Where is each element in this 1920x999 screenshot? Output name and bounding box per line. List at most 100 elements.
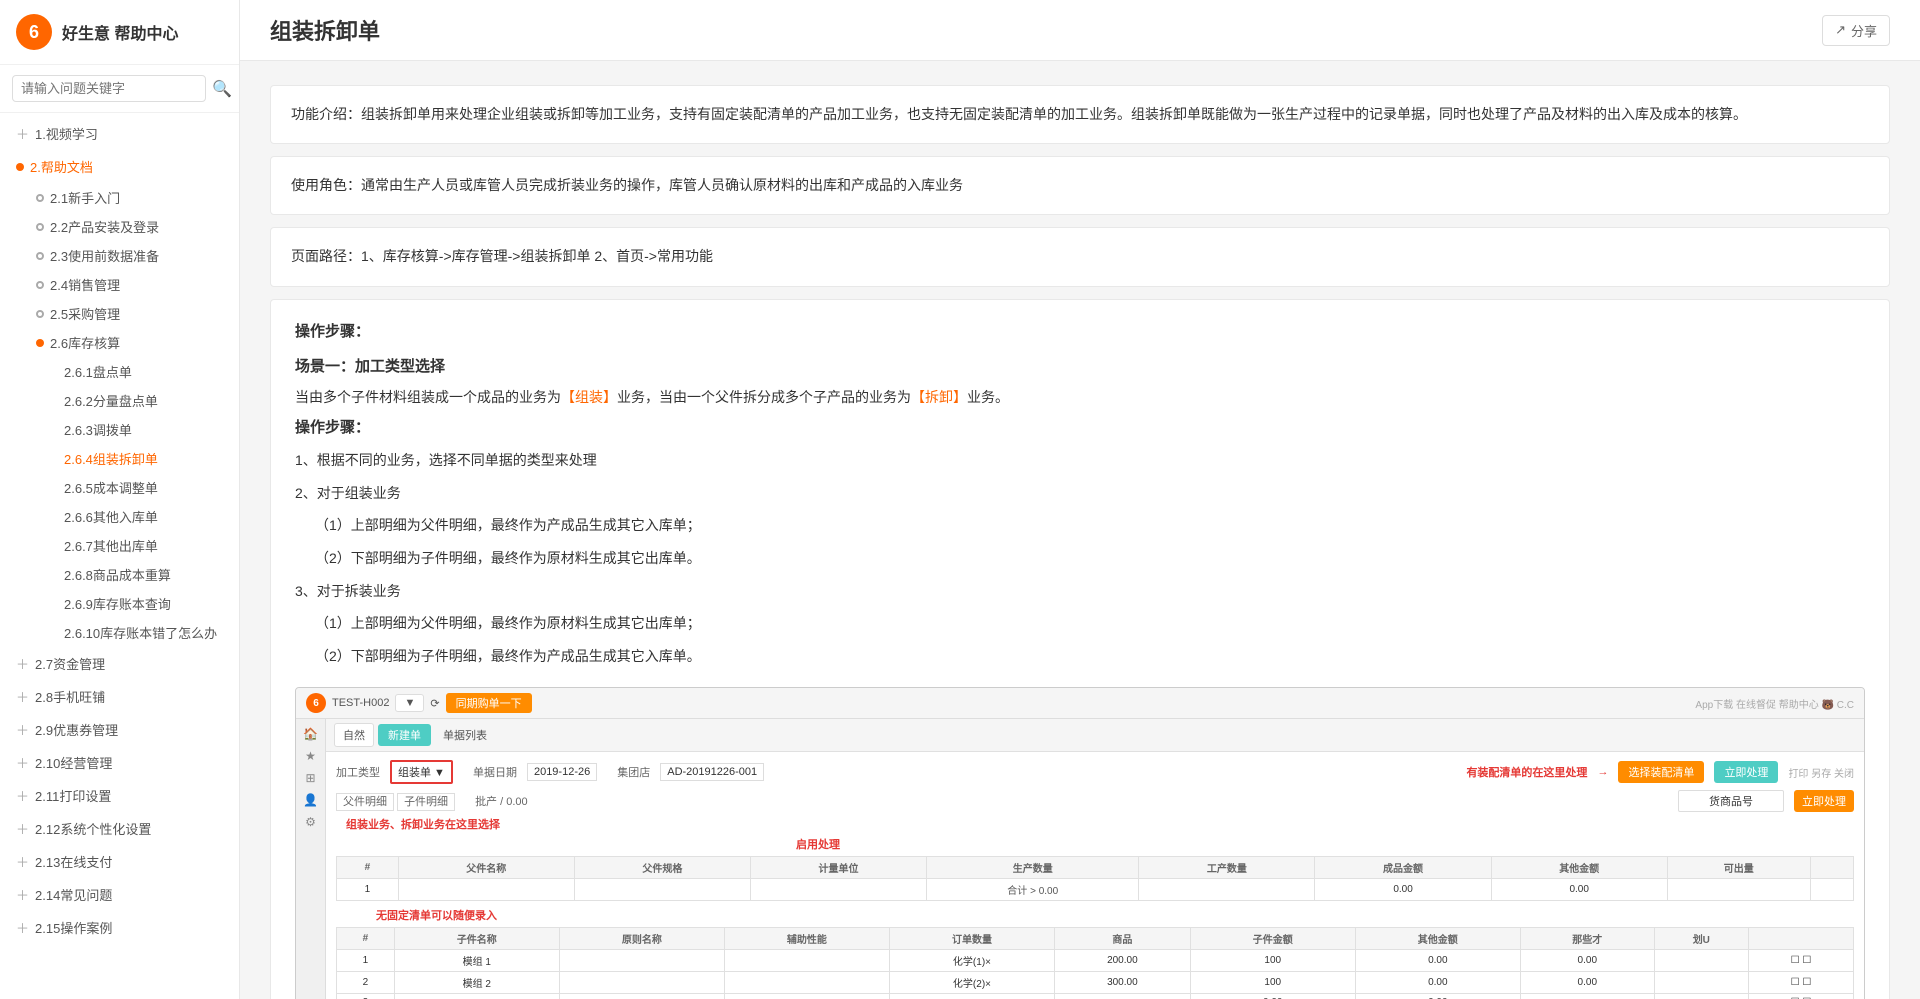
td2-f9-1: 0.00 bbox=[1520, 950, 1654, 972]
td2-camount-2: 100 bbox=[1190, 972, 1355, 994]
mock-dropdown[interactable]: ▼ bbox=[395, 694, 424, 712]
th2-aux: 辅助性能 bbox=[724, 928, 889, 950]
td2-action-2: ☐ ☐ bbox=[1748, 972, 1853, 994]
sidebar-item-2.5[interactable]: 2.5采购管理 bbox=[28, 299, 239, 328]
sidebar-item-video-label: 1.视频学习 bbox=[35, 124, 98, 143]
th2-goods: 商品 bbox=[1054, 928, 1190, 950]
sidebar-item-2.1-label: 2.1新手入门 bbox=[50, 188, 120, 207]
search-input[interactable] bbox=[12, 75, 206, 102]
td2-origin-2 bbox=[559, 972, 724, 994]
td-avail-1 bbox=[1667, 879, 1810, 901]
dot-icon bbox=[36, 252, 44, 260]
mock-btn-orange-top[interactable]: 同期购单一下 bbox=[446, 693, 532, 713]
sidebar-item-2.6.4[interactable]: 2.6.4组装拆卸单 bbox=[56, 444, 239, 473]
sidebar-item-2.11[interactable]: ＋ 2.11打印设置 bbox=[0, 779, 239, 812]
sidebar-item-2.11-label: 2.11打印设置 bbox=[35, 786, 111, 805]
sidebar-item-video[interactable]: ＋ 1.视频学习 bbox=[0, 117, 239, 150]
sidebar-item-2.6.6[interactable]: 2.6.6其他入库单 bbox=[56, 502, 239, 531]
step-3-2: （2）下部明细为子件明细，最终作为产成品生成其它入库单。 bbox=[295, 643, 1865, 670]
sidebar-item-2.1[interactable]: 2.1新手入门 bbox=[28, 183, 239, 212]
td-spec-1 bbox=[574, 879, 750, 901]
mock-tab-home[interactable]: 自然 bbox=[334, 723, 374, 747]
sidebar-item-2.9[interactable]: ＋ 2.9优惠券管理 bbox=[0, 713, 239, 746]
sidebar-item-2.6.5[interactable]: 2.6.5成本调整单 bbox=[56, 473, 239, 502]
sidebar-item-2.6.5-label: 2.6.5成本调整单 bbox=[64, 478, 158, 497]
plus-icon: ＋ bbox=[16, 786, 29, 805]
td2-f9-3 bbox=[1520, 994, 1654, 999]
app-title: 好生意 帮助中心 bbox=[62, 20, 178, 44]
dot-icon bbox=[36, 281, 44, 289]
search-button[interactable]: 🔍 bbox=[212, 79, 232, 99]
mock-form-row-1: 加工类型 组装单 ▼ 单据日期 2019-12-26 集团店 AD-201912… bbox=[336, 760, 1854, 784]
td2-oamount-1: 0.00 bbox=[1355, 950, 1520, 972]
share-button[interactable]: ↗ 分享 bbox=[1822, 15, 1890, 46]
sidebar-item-2.15-label: 2.15操作案例 bbox=[35, 918, 112, 937]
sidebar-item-2.6.9-label: 2.6.9库存账本查询 bbox=[64, 594, 171, 613]
mock-group-value: AD-20191226-001 bbox=[660, 763, 764, 781]
sidebar-item-2.2[interactable]: 2.2产品安装及登录 bbox=[28, 212, 239, 241]
th-parent-name: 父件名称 bbox=[398, 857, 574, 879]
mock-type-select[interactable]: 组装单 ▼ bbox=[390, 760, 453, 784]
mock-quantity-label: 批产 / 0.00 bbox=[475, 793, 528, 809]
sidebar-item-2.6.7[interactable]: 2.6.7其他出库单 bbox=[56, 531, 239, 560]
sidebar-item-2.7-label: 2.7资金管理 bbox=[35, 654, 105, 673]
table-row-parent-1: 1 合计 > 0.00 0.00 0.00 bbox=[337, 879, 1854, 901]
sidebar-item-2.6[interactable]: 2.6库存核算 bbox=[28, 328, 239, 357]
sidebar-item-2.14[interactable]: ＋ 2.14常见问题 bbox=[0, 878, 239, 911]
sidebar-item-2.6.10[interactable]: 2.6.10库存账本错了怎么办 bbox=[56, 618, 239, 647]
sidebar-item-2.6.3[interactable]: 2.6.3调拨单 bbox=[56, 415, 239, 444]
sidebar-item-2.6.9[interactable]: 2.6.9库存账本查询 bbox=[56, 589, 239, 618]
content-area: 功能介绍：组装拆卸单用来处理企业组装或拆卸等加工业务，支持有固定装配清单的产品加… bbox=[240, 61, 1920, 999]
mock-query-btn[interactable]: 立即处理 bbox=[1794, 790, 1854, 812]
td2-aux-1 bbox=[724, 950, 889, 972]
sidebar-item-2.8-label: 2.8手机旺铺 bbox=[35, 687, 105, 706]
sidebar-item-2.10[interactable]: ＋ 2.10经营管理 bbox=[0, 746, 239, 779]
nav-section: ＋ 1.视频学习 2.帮助文档 2.1新手入门 2.2产品安装及登录 2.3使用… bbox=[0, 113, 239, 948]
sidebar-item-2.4[interactable]: 2.4销售管理 bbox=[28, 270, 239, 299]
td2-oamount-2: 0.00 bbox=[1355, 972, 1520, 994]
td2-goods-3 bbox=[1054, 994, 1190, 999]
sidebar-item-docs[interactable]: 2.帮助文档 bbox=[0, 150, 239, 183]
sidebar-item-2.7[interactable]: ＋ 2.7资金管理 bbox=[0, 647, 239, 680]
dot-icon bbox=[36, 223, 44, 231]
sidebar-item-2.15[interactable]: ＋ 2.15操作案例 bbox=[0, 911, 239, 944]
sidebar-item-2.6.1[interactable]: 2.6.1盘点单 bbox=[56, 357, 239, 386]
mock-type-label: 加工类型 bbox=[336, 764, 380, 780]
td2-origin-1 bbox=[559, 950, 724, 972]
intro-text-1: 功能介绍：组装拆卸单用来处理企业组装或拆卸等加工业务，支持有固定装配清单的产品加… bbox=[291, 102, 1869, 127]
intro-text-2: 使用角色：通常由生产人员或库管人员完成折装业务的操作，库管人员确认原材料的出库和… bbox=[291, 173, 1869, 198]
step-2-1: （1）上部明细为父件明细，最终作为产成品生成其它入库单； bbox=[295, 512, 1865, 539]
th2-order-qty: 订单数量 bbox=[889, 928, 1054, 950]
mock-btn-save[interactable]: 立即处理 bbox=[1714, 761, 1778, 783]
th2-field9: 那些才 bbox=[1520, 928, 1654, 950]
mock-home-icon: 🏠 bbox=[303, 727, 318, 741]
mock-tab-new[interactable]: 新建单 bbox=[378, 724, 431, 746]
intro-block-2: 使用角色：通常由生产人员或库管人员完成折装业务的操作，库管人员确认原材料的出库和… bbox=[270, 156, 1890, 215]
sidebar-item-2.6.3-label: 2.6.3调拨单 bbox=[64, 420, 132, 439]
dot-icon bbox=[36, 310, 44, 318]
sidebar-item-2.6.8[interactable]: 2.6.8商品成本重算 bbox=[56, 560, 239, 589]
mock-search-field[interactable]: 货商品号 bbox=[1678, 790, 1784, 812]
td-action-1 bbox=[1810, 879, 1853, 901]
mock-btn-confirm[interactable]: 选择装配清单 bbox=[1618, 761, 1704, 783]
th2-actions bbox=[1748, 928, 1853, 950]
mock-icons-right: App下载 在线督促 帮助中心 🐻 C.C bbox=[1695, 696, 1854, 711]
mock-subtab-2[interactable]: 子件明细 bbox=[397, 793, 455, 811]
step-2-2: （2）下部明细为子件明细，最终作为原材料生成其它出库单。 bbox=[295, 545, 1865, 572]
th2-other-amount: 其他金额 bbox=[1355, 928, 1520, 950]
mock-subtab-1[interactable]: 父件明细 bbox=[336, 793, 394, 811]
mock-tab-list[interactable]: 单据列表 bbox=[435, 724, 495, 746]
td2-action-3: ☐ ☐ bbox=[1748, 994, 1853, 999]
th2-field10: 划U bbox=[1654, 928, 1748, 950]
sidebar-item-2.12[interactable]: ＋ 2.12系统个性化设置 bbox=[0, 812, 239, 845]
sidebar-item-2.2-label: 2.2产品安装及登录 bbox=[50, 217, 159, 236]
sidebar-item-2.3[interactable]: 2.3使用前数据准备 bbox=[28, 241, 239, 270]
td2-aux-2 bbox=[724, 972, 889, 994]
td2-name-3 bbox=[394, 994, 559, 999]
td-name-1[interactable] bbox=[398, 879, 574, 901]
td-oamount-1: 0.00 bbox=[1491, 879, 1667, 901]
sidebar-item-2.6.2[interactable]: 2.6.2分量盘点单 bbox=[56, 386, 239, 415]
sidebar-item-2.8[interactable]: ＋ 2.8手机旺铺 bbox=[0, 680, 239, 713]
sidebar-item-2.13[interactable]: ＋ 2.13在线支付 bbox=[0, 845, 239, 878]
mock-refresh-icon[interactable]: ⟳ bbox=[430, 697, 439, 710]
